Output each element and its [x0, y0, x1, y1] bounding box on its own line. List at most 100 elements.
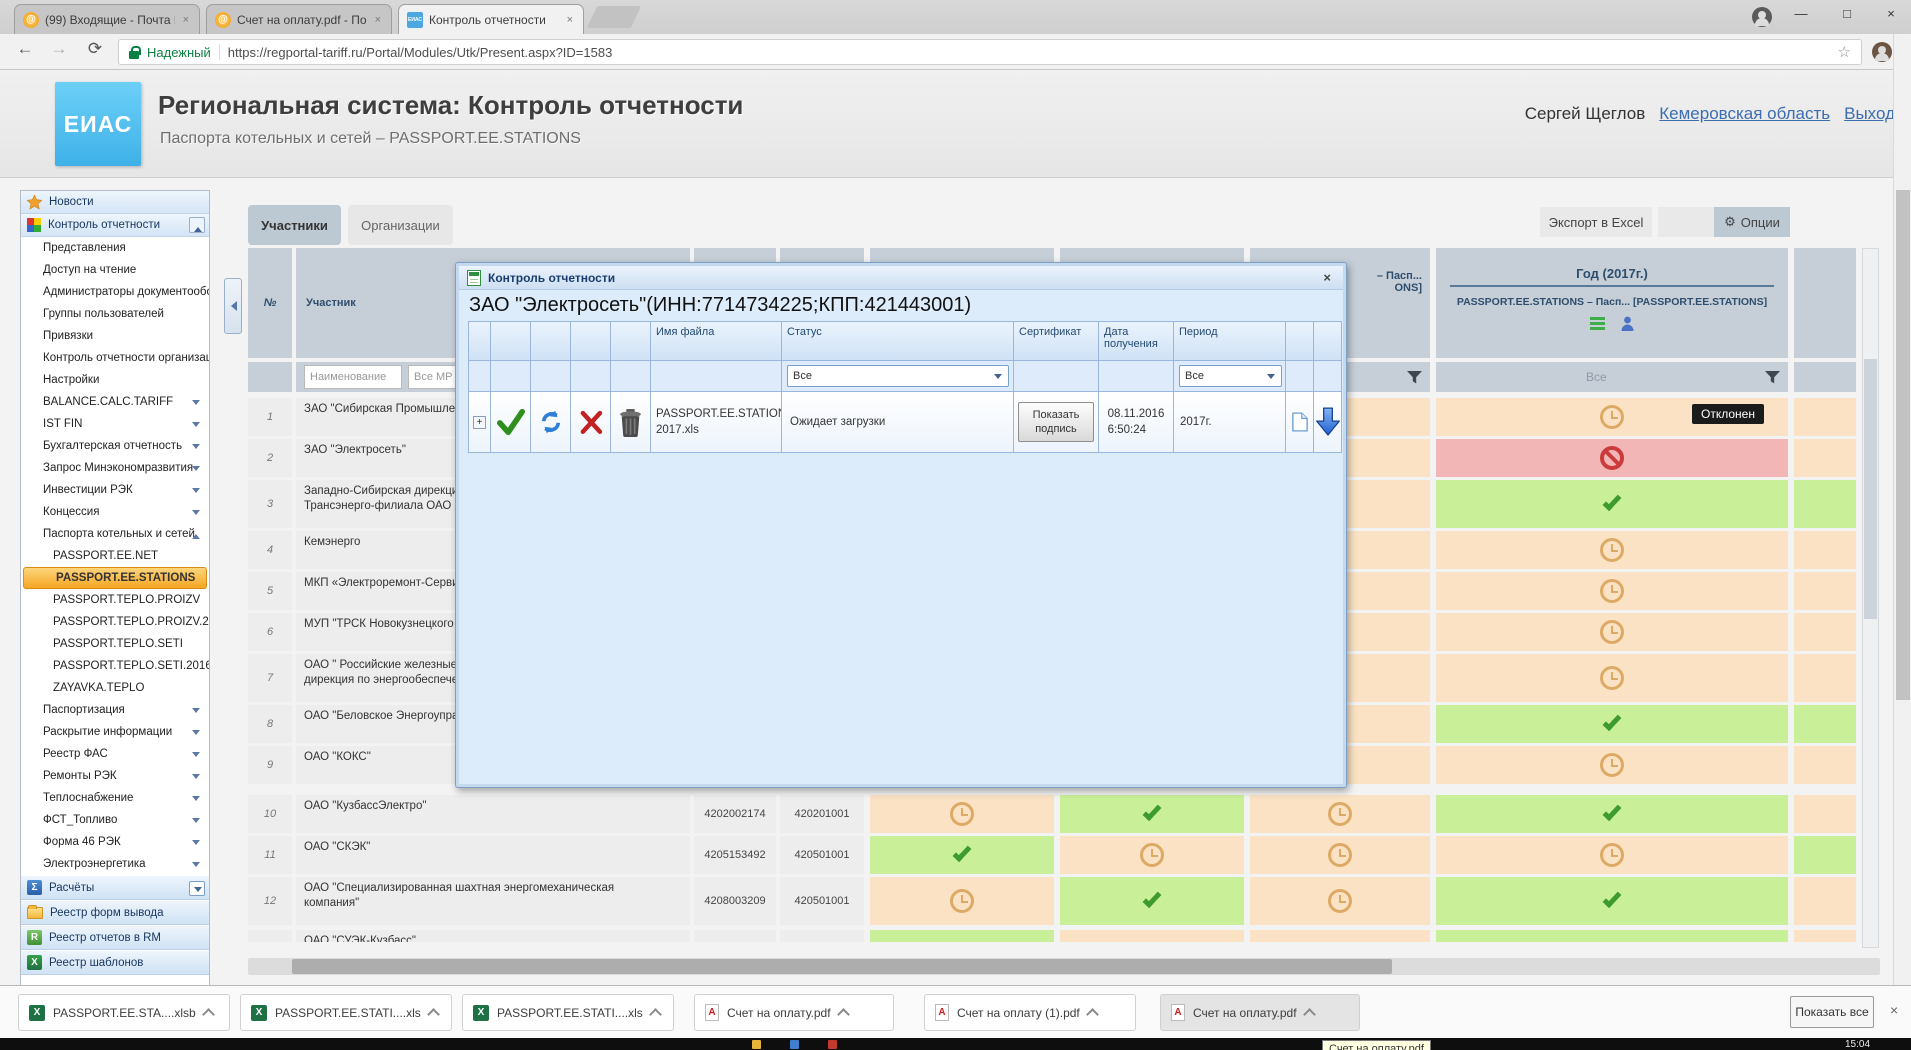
status-cell[interactable]: [870, 795, 1054, 833]
sidebar-item-templates[interactable]: X Реестр шаблонов: [21, 950, 209, 975]
bookmark-star-icon[interactable]: ☆: [1838, 43, 1851, 61]
status-cell[interactable]: [1436, 877, 1788, 925]
status-cell[interactable]: [1436, 531, 1788, 569]
status-cell[interactable]: [870, 836, 1054, 874]
sidebar-item[interactable]: Контроль отчетности организаци: [21, 347, 209, 369]
status-cell[interactable]: [1060, 836, 1244, 874]
download-item[interactable]: A Счет на оплату (1).pdf: [924, 994, 1136, 1031]
forward-button[interactable]: →: [46, 39, 72, 59]
url-bar[interactable]: Надежный https://regportal-tariff.ru/Por…: [118, 39, 1862, 65]
chevron-up-icon[interactable]: [201, 1008, 215, 1021]
sidebar-collapse-handle[interactable]: [224, 278, 242, 334]
download-arrow-icon[interactable]: [1315, 407, 1341, 437]
toolbar-profile-icon[interactable]: [1872, 42, 1892, 62]
chevron-up-icon[interactable]: [426, 1008, 440, 1021]
sidebar-item-news[interactable]: Новости: [21, 191, 209, 214]
refresh-button[interactable]: ⟳: [82, 39, 108, 59]
export-excel-button[interactable]: Экспорт в Excel: [1540, 207, 1652, 237]
filter-funnel-icon[interactable]: [1765, 370, 1780, 384]
status-cell[interactable]: [1436, 795, 1788, 833]
status-cell[interactable]: [1436, 654, 1788, 702]
list-icon[interactable]: [1590, 317, 1605, 330]
refresh-icon[interactable]: [538, 409, 564, 435]
tab-close-icon[interactable]: ×: [565, 14, 575, 26]
status-cell[interactable]: [1436, 836, 1788, 874]
show-signature-button[interactable]: Показать подпись: [1018, 402, 1094, 442]
reject-x-icon[interactable]: [578, 409, 604, 435]
status-cell[interactable]: [1436, 746, 1788, 784]
downloads-bar-close-icon[interactable]: ×: [1890, 1002, 1898, 1018]
sidebar-item[interactable]: Администраторы документообор: [21, 281, 209, 303]
dialog-close-button[interactable]: ×: [1319, 270, 1335, 285]
status-cell[interactable]: [1250, 836, 1430, 874]
status-cell[interactable]: [1060, 795, 1244, 833]
region-link[interactable]: Кемеровская область: [1659, 104, 1830, 124]
new-tab-button[interactable]: [586, 6, 642, 28]
browser-profile-icon[interactable]: [1752, 7, 1772, 27]
browser-tab-mail[interactable]: @ (99) Входящие - Почта М ×: [14, 4, 200, 34]
status-cell[interactable]: [1250, 877, 1430, 925]
horizontal-scrollbar-thumb[interactable]: [292, 959, 1392, 974]
window-close-button[interactable]: ×: [1876, 6, 1906, 21]
trash-icon[interactable]: [618, 408, 643, 437]
filter-funnel-icon[interactable]: [1407, 370, 1422, 384]
page-scrollbar-thumb[interactable]: [1896, 190, 1910, 700]
chevron-up-icon[interactable]: [648, 1008, 662, 1021]
name-filter-input[interactable]: Наименование: [304, 365, 402, 389]
table-vertical-scrollbar[interactable]: [1862, 248, 1879, 948]
download-item[interactable]: A Счет на оплату.pdf: [694, 994, 894, 1031]
tab-close-icon[interactable]: ×: [181, 14, 191, 26]
status-cell[interactable]: [1436, 480, 1788, 528]
url-text[interactable]: https://regportal-tariff.ru/Portal/Modul…: [228, 45, 1830, 60]
sidebar-item-report-control[interactable]: Контроль отчетности: [21, 214, 209, 237]
window-minimize-button[interactable]: —: [1786, 6, 1816, 21]
download-item[interactable]: X PASSPORT.EE.STA....xlsb: [18, 994, 230, 1031]
status-filter-dropdown[interactable]: Все: [787, 365, 1009, 387]
status-cell[interactable]: [1436, 613, 1788, 651]
tab-participants[interactable]: Участники: [248, 205, 341, 245]
year-filter-placeholder[interactable]: Все: [1586, 370, 1607, 384]
status-cell[interactable]: [1436, 705, 1788, 743]
dialog-titlebar[interactable]: Контроль отчетности ×: [459, 266, 1343, 290]
status-cell[interactable]: [870, 877, 1054, 925]
status-cell[interactable]: [1436, 930, 1788, 942]
browser-tab-active[interactable]: ЕИАС Контроль отчетности ×: [398, 4, 584, 34]
tab-organizations[interactable]: Организации: [348, 205, 453, 245]
chevron-up-icon[interactable]: [1085, 1008, 1099, 1021]
window-maximize-button[interactable]: □: [1832, 6, 1862, 21]
download-item[interactable]: X PASSPORT.EE.STATI....xls: [462, 994, 674, 1031]
status-cell[interactable]: [870, 930, 1054, 942]
status-cell[interactable]: [1436, 572, 1788, 610]
accept-check-icon[interactable]: [496, 408, 526, 436]
person-icon[interactable]: [1621, 316, 1634, 331]
table-scrollbar-thumb[interactable]: [1864, 359, 1877, 619]
status-cell[interactable]: [1060, 930, 1244, 942]
sidebar-item[interactable]: Представления: [21, 237, 209, 259]
status-cell[interactable]: [1436, 439, 1788, 477]
tab-close-icon[interactable]: ×: [373, 14, 383, 26]
collapse-up-icon[interactable]: [189, 217, 205, 233]
period-filter-dropdown[interactable]: Все: [1179, 365, 1282, 387]
page-vertical-scrollbar[interactable]: [1893, 34, 1911, 985]
download-item[interactable]: X PASSPORT.EE.STATI....xls: [240, 994, 452, 1031]
taskbar-app-icon[interactable]: [828, 1040, 837, 1049]
expand-button[interactable]: +: [473, 415, 486, 429]
sidebar-item[interactable]: Доступ на чтение: [21, 259, 209, 281]
document-page-icon[interactable]: [1291, 412, 1308, 432]
chevron-up-icon[interactable]: [1302, 1008, 1316, 1021]
status-cell[interactable]: [1250, 930, 1430, 942]
show-all-downloads-button[interactable]: Показать все: [1790, 996, 1874, 1028]
back-button[interactable]: ←: [12, 39, 38, 59]
sidebar-item[interactable]: Настройки: [21, 369, 209, 391]
horizontal-scrollbar[interactable]: [248, 958, 1880, 975]
taskbar-app-icon[interactable]: [752, 1040, 761, 1049]
chevron-up-icon[interactable]: [836, 1008, 850, 1021]
status-cell[interactable]: [1250, 795, 1430, 833]
status-cell[interactable]: [1060, 877, 1244, 925]
logout-link[interactable]: Выход: [1844, 104, 1895, 124]
taskbar-app-icon[interactable]: [790, 1040, 799, 1049]
sidebar-item[interactable]: Привязки: [21, 325, 209, 347]
download-item-hovered[interactable]: A Счет на оплату.pdf: [1160, 994, 1360, 1031]
sidebar-item[interactable]: Группы пользователей: [21, 303, 209, 325]
browser-tab-pdf[interactable]: @ Счет на оплату.pdf - По ×: [206, 4, 392, 34]
